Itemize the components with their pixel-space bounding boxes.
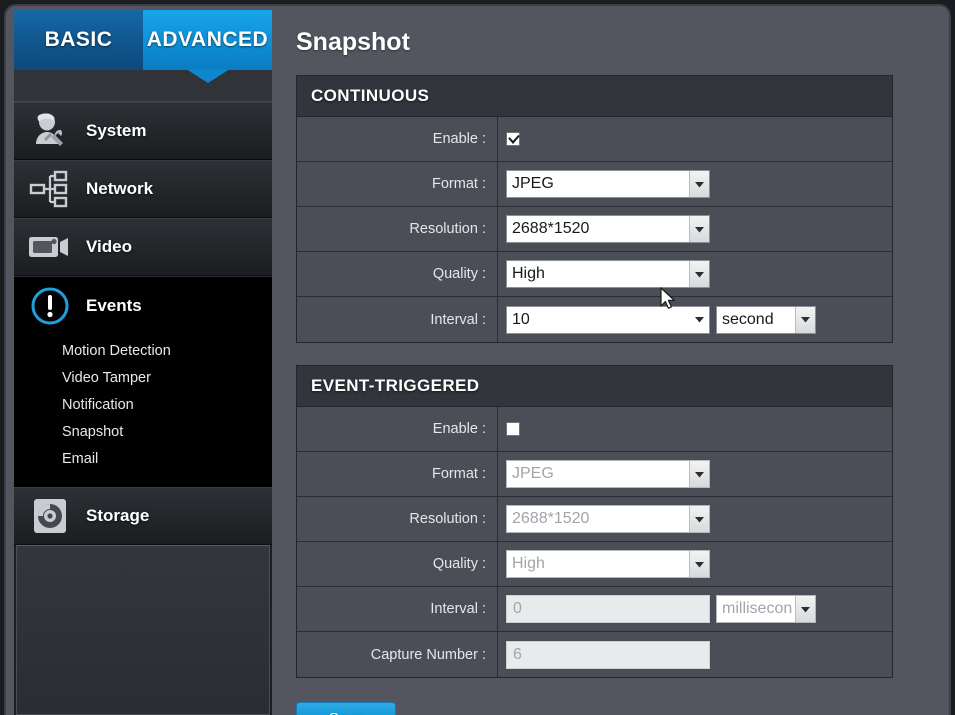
row-label: Quality : [297,252,498,296]
sidebar: BASIC ADVANCED System Network Video Even… [14,10,284,715]
interval-value: 0 [513,600,522,617]
row-label: Interval : [297,587,498,631]
sidebar-item-system[interactable]: System [14,102,272,160]
row-event-capture-number: Capture Number : 6 [297,632,892,677]
continuous-format-select[interactable]: JPEG [506,170,710,198]
row-continuous-resolution: Resolution : 2688*1520 [297,207,892,252]
sidebar-item-label: Network [86,179,154,198]
select-value: 2688*1520 [512,220,590,237]
event-enable-checkbox[interactable] [506,422,520,436]
window-frame: BASIC ADVANCED System Network Video Even… [4,4,951,715]
event-format-select: JPEG [506,460,710,488]
panel-heading: EVENT-TRIGGERED [297,366,892,407]
submenu-item-motion-detection[interactable]: Motion Detection [62,338,272,365]
submenu-item-snapshot[interactable]: Snapshot [62,419,272,446]
row-label: Capture Number : [297,632,498,677]
row-label: Resolution : [297,497,498,541]
select-value: millisecon [722,600,793,617]
capture-number-value: 6 [513,645,522,663]
row-label: Quality : [297,542,498,586]
continuous-enable-checkbox[interactable] [506,132,520,146]
sidebar-item-storage[interactable]: Storage [14,487,272,545]
main-content: Snapshot CONTINUOUS Enable : Format : JP… [272,6,949,715]
row-label: Enable : [297,117,498,161]
panel-heading: CONTINUOUS [297,76,892,117]
continuous-resolution-select[interactable]: 2688*1520 [506,215,710,243]
event-quality-select: High [506,550,710,578]
chevron-down-icon [795,306,815,333]
row-event-enable: Enable : [297,407,892,452]
action-bar: Save [296,700,949,715]
select-value: JPEG [512,175,554,192]
continuous-interval-unit-select[interactable]: second [716,305,816,334]
sidebar-item-label: Events [86,295,142,315]
chevron-down-icon [689,461,709,487]
continuous-quality-select[interactable]: High [506,260,710,288]
tab-active-notch-icon [185,69,230,83]
row-label: Resolution : [297,207,498,251]
sidebar-item-label: Storage [86,506,150,525]
row-event-resolution: Resolution : 2688*1520 [297,497,892,542]
row-continuous-format: Format : JPEG [297,162,892,207]
submenu-item-email[interactable]: Email [62,446,272,473]
system-icon [14,113,86,149]
sidebar-item-video[interactable]: Video [14,218,272,276]
events-submenu: Motion Detection Video Tamper Notificati… [14,334,272,487]
row-label: Interval : [297,297,498,342]
submenu-item-notification[interactable]: Notification [62,392,272,419]
storage-disk-icon [14,496,86,536]
chevron-down-icon [689,506,709,532]
sidebar-empty-panel [16,545,270,715]
select-value: High [512,555,545,572]
row-continuous-enable: Enable : [297,117,892,162]
event-capture-number-input: 6 [506,640,710,669]
sidebar-item-label: Video [86,237,132,256]
select-value: second [722,310,774,328]
tab-basic[interactable]: BASIC [14,10,143,70]
select-value: JPEG [512,465,554,482]
alert-circle-icon [14,285,86,327]
sidebar-item-events[interactable]: Events [14,276,284,335]
row-event-format: Format : JPEG [297,452,892,497]
row-event-interval: Interval : 0 millisecon [297,587,892,632]
interval-value: 10 [512,310,530,328]
row-label: Format : [297,452,498,496]
chevron-down-icon [795,596,815,622]
row-label: Format : [297,162,498,206]
event-interval-unit-select: millisecon [716,595,816,623]
tab-advanced[interactable]: ADVANCED [143,10,272,83]
video-camera-icon [14,232,86,262]
event-resolution-select: 2688*1520 [506,505,710,533]
select-value: 2688*1520 [512,510,590,527]
row-continuous-quality: Quality : High [297,252,892,297]
panel-continuous: CONTINUOUS Enable : Format : JPEG Resolu… [296,75,893,343]
app-window: BASIC ADVANCED System Network Video Even… [0,0,955,715]
continuous-interval-input[interactable]: 10 [506,305,710,334]
row-event-quality: Quality : High [297,542,892,587]
chevron-down-icon [694,311,705,329]
mode-tabs: BASIC ADVANCED [14,10,272,83]
select-value: High [512,265,545,282]
chevron-down-icon [689,171,709,197]
tab-underbar [14,70,272,102]
row-label: Enable : [297,407,498,451]
sidebar-nav: System Network Video Events Motion Detec… [14,102,284,715]
sidebar-item-network[interactable]: Network [14,160,272,218]
page-title: Snapshot [296,28,410,56]
event-interval-input: 0 [506,595,710,623]
chevron-down-icon [689,216,709,242]
save-button[interactable]: Save [296,702,396,715]
chevron-down-icon [689,551,709,577]
sidebar-item-label: System [86,121,147,140]
row-continuous-interval: Interval : 10 second [297,297,892,342]
chevron-down-icon [689,261,709,287]
submenu-item-video-tamper[interactable]: Video Tamper [62,365,272,392]
network-icon [14,170,86,208]
tab-basic-label: BASIC [44,28,113,51]
panel-event-triggered: EVENT-TRIGGERED Enable : Format : JPEG R… [296,365,893,678]
tab-advanced-label: ADVANCED [146,28,269,51]
